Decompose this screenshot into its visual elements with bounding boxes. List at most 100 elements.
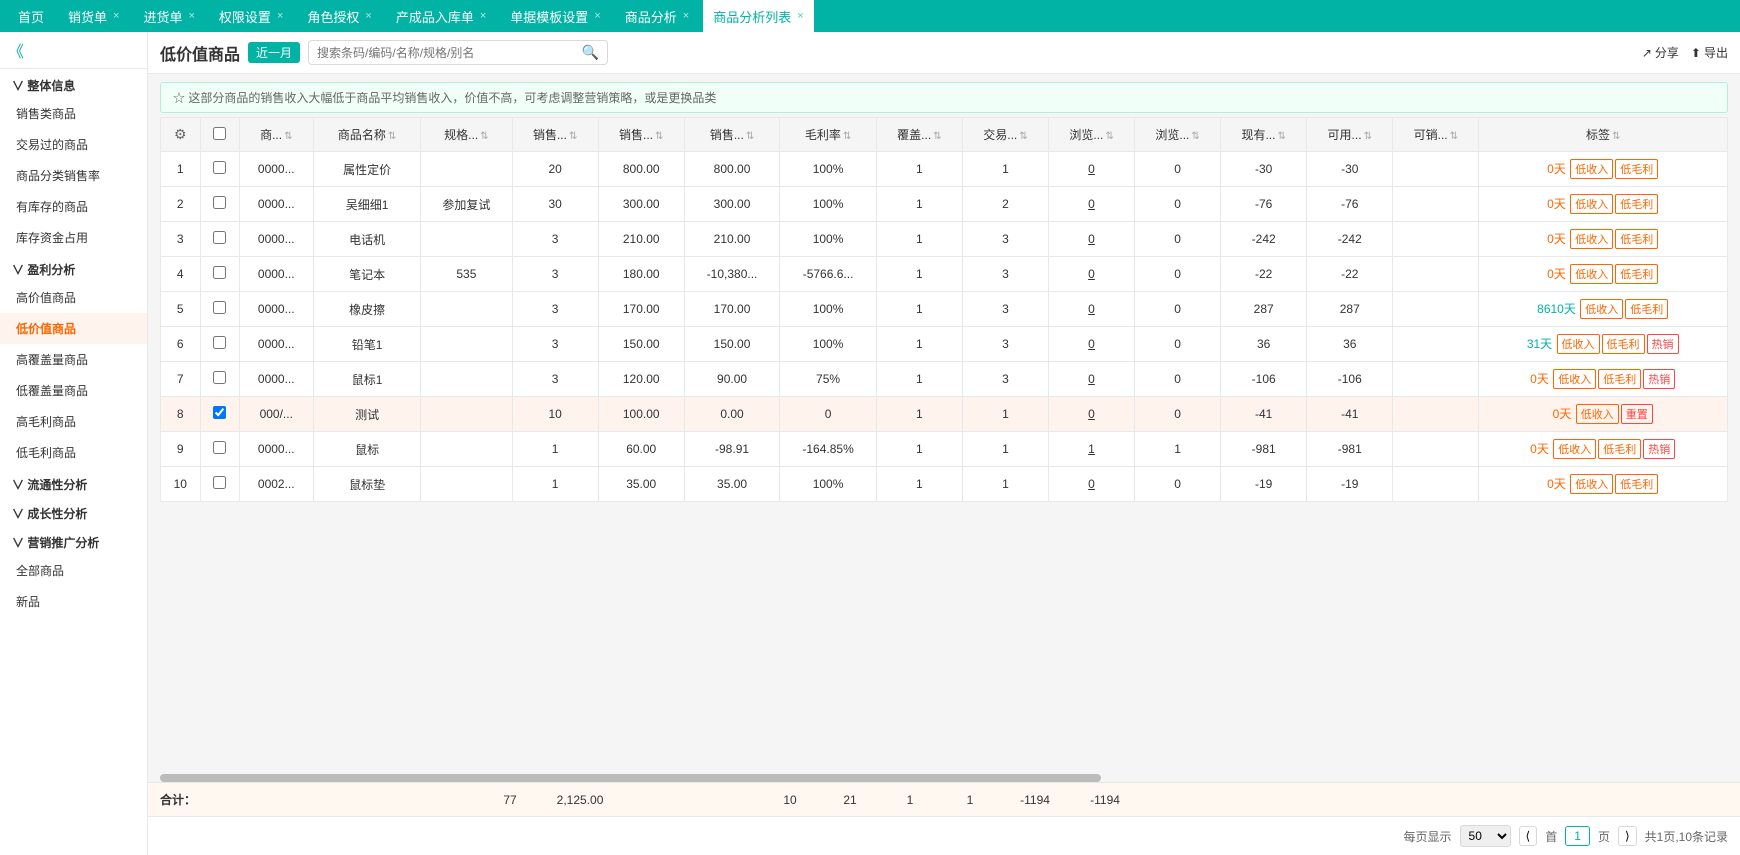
sidebar-collapse-btn[interactable]: 《 (8, 44, 24, 61)
search-box[interactable]: 🔍 (308, 40, 608, 65)
sidebar-group-流通性分析[interactable]: ∨ 流通性分析 (0, 468, 147, 497)
search-input[interactable] (317, 46, 578, 60)
row-checkbox-input[interactable] (213, 231, 226, 244)
nav-item-进货单[interactable]: 进货单× (133, 0, 204, 32)
sort-icon[interactable]: ⇅ (655, 131, 663, 142)
row-views2: 0 (1135, 397, 1221, 432)
row-checkbox-input[interactable] (213, 476, 226, 489)
sidebar-item-全部商品[interactable]: 全部商品 (0, 555, 147, 586)
sort-icon[interactable]: ⇅ (933, 131, 941, 142)
row-checkbox-input[interactable] (213, 161, 226, 174)
nav-item-单据模板设置[interactable]: 单据模板设置× (500, 0, 610, 32)
col-header-views[interactable]: 浏览...⇅ (1048, 118, 1134, 152)
sidebar-item-新品[interactable]: 新品 (0, 586, 147, 617)
sort-icon[interactable]: ⇅ (843, 131, 851, 142)
close-icon[interactable]: × (594, 10, 600, 22)
sort-icon[interactable]: ⇅ (1277, 131, 1285, 142)
close-icon[interactable]: × (113, 10, 119, 22)
nav-item-权限设置[interactable]: 权限设置× (209, 0, 293, 32)
sidebar-group-成长性分析[interactable]: ∨ 成长性分析 (0, 497, 147, 526)
sort-icon[interactable]: ⇅ (1450, 131, 1458, 142)
close-icon[interactable]: × (480, 10, 486, 22)
sidebar-item-交易过的商品[interactable]: 交易过的商品 (0, 129, 147, 160)
nav-item-产成品入库单[interactable]: 产成品入库单× (386, 0, 496, 32)
close-icon[interactable]: × (365, 10, 371, 22)
gear-icon[interactable]: ⚙ (174, 126, 187, 142)
row-checkbox-input[interactable] (213, 336, 226, 349)
sidebar-item-低价值商品[interactable]: 低价值商品 (0, 313, 147, 344)
nav-item-商品分析[interactable]: 商品分析× (615, 0, 699, 32)
col-header-transactions[interactable]: 交易...⇅ (962, 118, 1048, 152)
sidebar-item-库存资金占用[interactable]: 库存资金占用 (0, 222, 147, 253)
sidebar-item-高毛利商品[interactable]: 高毛利商品 (0, 406, 147, 437)
sort-icon[interactable]: ⇅ (480, 131, 488, 142)
close-icon[interactable]: × (277, 10, 283, 22)
sort-icon[interactable]: ⇅ (1612, 131, 1620, 142)
view-link[interactable]: 0 (1088, 477, 1095, 491)
sidebar-group-整体信息[interactable]: ∨ 整体信息 (0, 69, 147, 98)
col-header-code[interactable]: 商...⇅ (239, 118, 314, 152)
sort-icon[interactable]: ⇅ (569, 131, 577, 142)
sort-icon[interactable]: ⇅ (746, 131, 754, 142)
close-icon[interactable]: × (683, 10, 689, 22)
close-icon[interactable]: × (188, 10, 194, 22)
view-link[interactable]: 0 (1088, 162, 1095, 176)
sidebar-group-营销推广分析[interactable]: ∨ 营销推广分析 (0, 526, 147, 555)
col-header-name[interactable]: 商品名称⇅ (314, 118, 421, 152)
first-page-btn[interactable]: ⟨ (1519, 826, 1538, 846)
per-page-select[interactable]: 50 20 100 (1460, 825, 1511, 847)
col-header-sales_amt[interactable]: 销售...⇅ (598, 118, 684, 152)
view-link[interactable]: 0 (1088, 232, 1095, 246)
view-link[interactable]: 0 (1088, 267, 1095, 281)
close-icon[interactable]: × (797, 10, 803, 22)
row-checkbox-input[interactable] (213, 441, 226, 454)
nav-item-角色授权[interactable]: 角色授权× (297, 0, 381, 32)
sidebar-item-低覆盖量商品[interactable]: 低覆盖量商品 (0, 375, 147, 406)
col-header-gross_margin[interactable]: 毛利率⇅ (780, 118, 877, 152)
sort-icon[interactable]: ⇅ (388, 131, 396, 142)
row-checkbox-input[interactable] (213, 301, 226, 314)
next-page-btn[interactable]: ⟩ (1618, 826, 1637, 846)
view-link[interactable]: 1 (1088, 442, 1095, 456)
nav-item-销货单[interactable]: 销货单× (58, 0, 129, 32)
col-header-coverage[interactable]: 覆盖...⇅ (876, 118, 962, 152)
sidebar-item-低毛利商品[interactable]: 低毛利商品 (0, 437, 147, 468)
time-tag-btn[interactable]: 近一月 (248, 42, 300, 63)
view-link[interactable]: 0 (1088, 372, 1095, 386)
view-link[interactable]: 0 (1088, 337, 1095, 351)
sort-icon[interactable]: ⇅ (1364, 131, 1372, 142)
view-link[interactable]: 0 (1088, 197, 1095, 211)
table-wrapper[interactable]: ⚙商...⇅商品名称⇅规格...⇅销售...⇅销售...⇅销售...⇅毛利率⇅覆… (148, 117, 1740, 774)
col-header-views2[interactable]: 浏览...⇅ (1135, 118, 1221, 152)
sort-icon[interactable]: ⇅ (1019, 131, 1027, 142)
sidebar-item-商品分类销售率[interactable]: 商品分类销售率 (0, 160, 147, 191)
row-checkbox-input[interactable] (213, 371, 226, 384)
view-link[interactable]: 0 (1088, 302, 1095, 316)
col-header-current_stock[interactable]: 现有...⇅ (1221, 118, 1307, 152)
col-header-saleable[interactable]: 可销...⇅ (1393, 118, 1479, 152)
sidebar-item-销售类商品[interactable]: 销售类商品 (0, 98, 147, 129)
col-header-gear[interactable]: ⚙ (161, 118, 201, 152)
col-header-tags[interactable]: 标签⇅ (1479, 118, 1728, 152)
col-header-sales_avg[interactable]: 销售...⇅ (684, 118, 780, 152)
select-all-checkbox[interactable] (213, 127, 226, 140)
col-header-spec[interactable]: 规格...⇅ (421, 118, 513, 152)
sort-icon[interactable]: ⇅ (1105, 131, 1113, 142)
sidebar-item-高价值商品[interactable]: 高价值商品 (0, 282, 147, 313)
row-checkbox-input[interactable] (213, 406, 226, 419)
col-header-checkbox[interactable] (200, 118, 239, 152)
sidebar-item-有库存的商品[interactable]: 有库存的商品 (0, 191, 147, 222)
sidebar-item-高覆盖量商品[interactable]: 高覆盖量商品 (0, 344, 147, 375)
share-btn[interactable]: ↗ 分享 (1642, 44, 1679, 61)
sort-icon[interactable]: ⇅ (1191, 131, 1199, 142)
sidebar-group-盈利分析[interactable]: ∨ 盈利分析 (0, 253, 147, 282)
row-checkbox-input[interactable] (213, 196, 226, 209)
col-header-sales_qty[interactable]: 销售...⇅ (512, 118, 598, 152)
nav-item-首页[interactable]: 首页 (8, 0, 54, 32)
nav-item-商品分析列表[interactable]: 商品分析列表× (703, 0, 813, 32)
view-link[interactable]: 0 (1088, 407, 1095, 421)
row-checkbox-input[interactable] (213, 266, 226, 279)
sort-icon[interactable]: ⇅ (284, 131, 292, 142)
col-header-available[interactable]: 可用...⇅ (1307, 118, 1393, 152)
export-btn[interactable]: ⬆ 导出 (1691, 44, 1728, 61)
